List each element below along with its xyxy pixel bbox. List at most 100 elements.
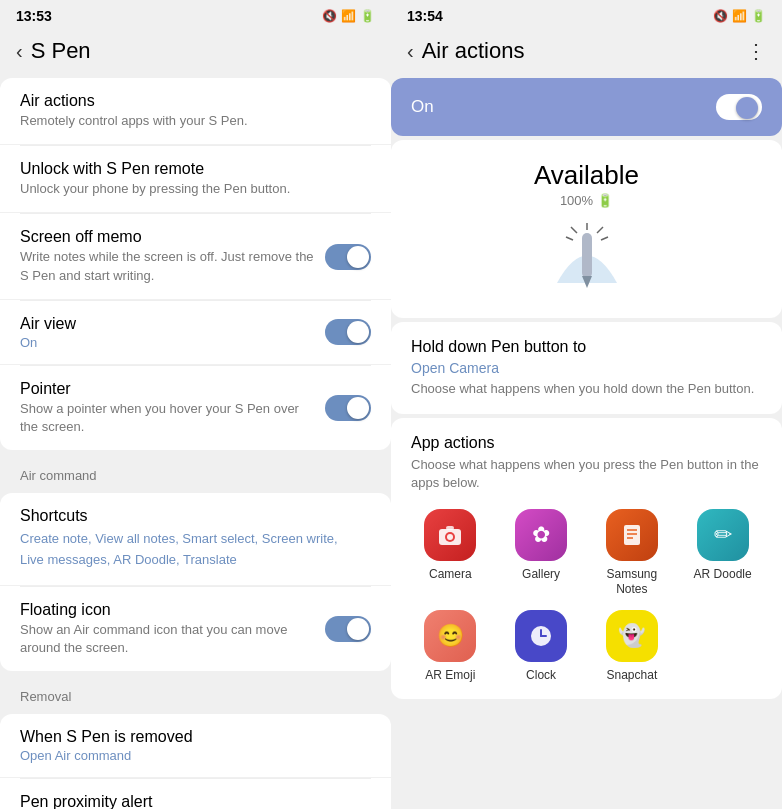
ar-doodle-icon: ✏	[697, 509, 749, 561]
svg-line-5	[566, 237, 573, 240]
available-card: Available 100% 🔋	[391, 140, 782, 318]
air-view-link: On	[20, 335, 315, 350]
pen-illustration	[547, 218, 627, 298]
left-content: Air actions Remotely control apps with y…	[0, 74, 391, 809]
toggle-knob	[347, 618, 369, 640]
open-camera-link[interactable]: Open Camera	[411, 360, 762, 376]
available-subtitle: 100% 🔋	[560, 193, 613, 208]
pointer-title: Pointer	[20, 380, 315, 398]
pointer-subtitle: Show a pointer when you hover your S Pen…	[20, 400, 315, 436]
screen-off-memo-toggle[interactable]	[325, 244, 371, 270]
app-item-ar-emoji[interactable]: 😊 AR Emoji	[411, 610, 490, 684]
battery-icon: 🔋	[597, 193, 613, 208]
left-nav-header: ‹ S Pen	[0, 28, 391, 74]
left-panel: 13:53 🔇 📶 🔋 ‹ S Pen Air actions Remotely…	[0, 0, 391, 809]
setting-pointer[interactable]: Pointer Show a pointer when you hover yo…	[0, 366, 391, 450]
when-removed-title: When S Pen is removed	[20, 728, 361, 746]
samsung-notes-icon	[606, 509, 658, 561]
air-actions-title: Air actions	[20, 92, 361, 110]
svg-line-6	[601, 237, 608, 240]
air-view-toggle[interactable]	[325, 319, 371, 345]
app-item-ar-doodle[interactable]: ✏ AR Doodle	[683, 509, 762, 598]
setting-floating-icon[interactable]: Floating icon Show an Air command icon t…	[0, 587, 391, 671]
settings-card-1: Air actions Remotely control apps with y…	[0, 78, 391, 450]
when-removed-link: Open Air command	[20, 748, 361, 763]
svg-point-9	[447, 534, 453, 540]
gallery-label: Gallery	[522, 567, 560, 583]
svg-rect-0	[582, 233, 592, 278]
app-item-clock[interactable]: Clock	[502, 610, 581, 684]
setting-when-removed[interactable]: When S Pen is removed Open Air command	[0, 714, 391, 778]
svg-line-4	[597, 227, 603, 233]
more-options-button[interactable]: ⋮	[746, 39, 766, 63]
pointer-toggle[interactable]	[325, 395, 371, 421]
camera-label: Camera	[429, 567, 472, 583]
app-item-snapchat[interactable]: 👻 Snapchat	[593, 610, 672, 684]
hold-down-description: Choose what happens when you hold down t…	[411, 380, 762, 398]
toggle-knob	[347, 397, 369, 419]
app-grid: Camera ✿ Gallery	[411, 509, 762, 684]
right-content: On Available 100% 🔋	[391, 74, 782, 809]
right-status-bar: 13:54 🔇 📶 🔋	[391, 0, 782, 28]
left-time: 13:53	[16, 8, 52, 24]
right-back-button[interactable]: ‹	[407, 40, 414, 63]
app-item-camera[interactable]: Camera	[411, 509, 490, 598]
unlock-subtitle: Unlock your phone by pressing the Pen bu…	[20, 180, 361, 198]
floating-icon-title: Floating icon	[20, 601, 315, 619]
clock-icon	[515, 610, 567, 662]
settings-card-2: Shortcuts Create note, View all notes, S…	[0, 493, 391, 671]
app-actions-title: App actions	[411, 434, 762, 452]
settings-card-3: When S Pen is removed Open Air command P…	[0, 714, 391, 809]
camera-icon	[424, 509, 476, 561]
right-nav-header: ‹ Air actions ⋮	[391, 28, 782, 74]
app-item-gallery[interactable]: ✿ Gallery	[502, 509, 581, 598]
svg-rect-10	[446, 526, 454, 530]
snapchat-label: Snapchat	[607, 668, 658, 684]
app-actions-description: Choose what happens when you press the P…	[411, 456, 762, 492]
ar-emoji-label: AR Emoji	[425, 668, 475, 684]
right-page-title: Air actions	[422, 38, 525, 64]
setting-air-actions[interactable]: Air actions Remotely control apps with y…	[0, 78, 391, 145]
hold-down-card: Hold down Pen button to Open Camera Choo…	[391, 322, 782, 414]
svg-line-3	[571, 227, 577, 233]
air-command-label: Air command	[0, 454, 391, 489]
available-title: Available	[534, 160, 639, 191]
ar-doodle-label: AR Doodle	[694, 567, 752, 583]
pen-proximity-title: Pen proximity alert	[20, 793, 361, 809]
setting-unlock[interactable]: Unlock with S Pen remote Unlock your pho…	[0, 146, 391, 213]
floating-icon-toggle[interactable]	[325, 616, 371, 642]
right-time: 13:54	[407, 8, 443, 24]
removal-label: Removal	[0, 675, 391, 710]
setting-air-view[interactable]: Air view On	[0, 301, 391, 365]
snapchat-icon: 👻	[606, 610, 658, 662]
toggle-knob	[347, 321, 369, 343]
app-actions-card: App actions Choose what happens when you…	[391, 418, 782, 699]
shortcuts-title: Shortcuts	[20, 507, 361, 525]
hold-down-title: Hold down Pen button to	[411, 338, 762, 356]
samsung-notes-label: SamsungNotes	[607, 567, 658, 598]
left-page-title: S Pen	[31, 38, 91, 64]
screen-off-memo-title: Screen off memo	[20, 228, 315, 246]
air-actions-subtitle: Remotely control apps with your S Pen.	[20, 112, 361, 130]
setting-pen-proximity[interactable]: Pen proximity alert	[0, 779, 391, 809]
right-panel: 13:54 🔇 📶 🔋 ‹ Air actions ⋮ On Available…	[391, 0, 782, 809]
toggle-knob	[347, 246, 369, 268]
ar-emoji-icon: 😊	[424, 610, 476, 662]
gallery-icon: ✿	[515, 509, 567, 561]
left-status-icons: 🔇 📶 🔋	[322, 9, 375, 23]
setting-screen-off-memo[interactable]: Screen off memo Write notes while the sc…	[0, 214, 391, 299]
on-toggle-bar[interactable]: On	[391, 78, 782, 136]
app-item-samsung-notes[interactable]: SamsungNotes	[593, 509, 672, 598]
air-actions-main-toggle[interactable]	[716, 94, 762, 120]
on-label: On	[411, 97, 434, 117]
toggle-knob	[736, 97, 758, 119]
right-status-icons: 🔇 📶 🔋	[713, 9, 766, 23]
setting-shortcuts[interactable]: Shortcuts Create note, View all notes, S…	[0, 493, 391, 586]
air-view-title: Air view	[20, 315, 315, 333]
left-status-bar: 13:53 🔇 📶 🔋	[0, 0, 391, 28]
floating-icon-subtitle: Show an Air command icon that you can mo…	[20, 621, 315, 657]
left-back-button[interactable]: ‹	[16, 40, 23, 63]
unlock-title: Unlock with S Pen remote	[20, 160, 361, 178]
shortcuts-links: Create note, View all notes, Smart selec…	[20, 529, 361, 571]
svg-rect-11	[624, 525, 640, 545]
